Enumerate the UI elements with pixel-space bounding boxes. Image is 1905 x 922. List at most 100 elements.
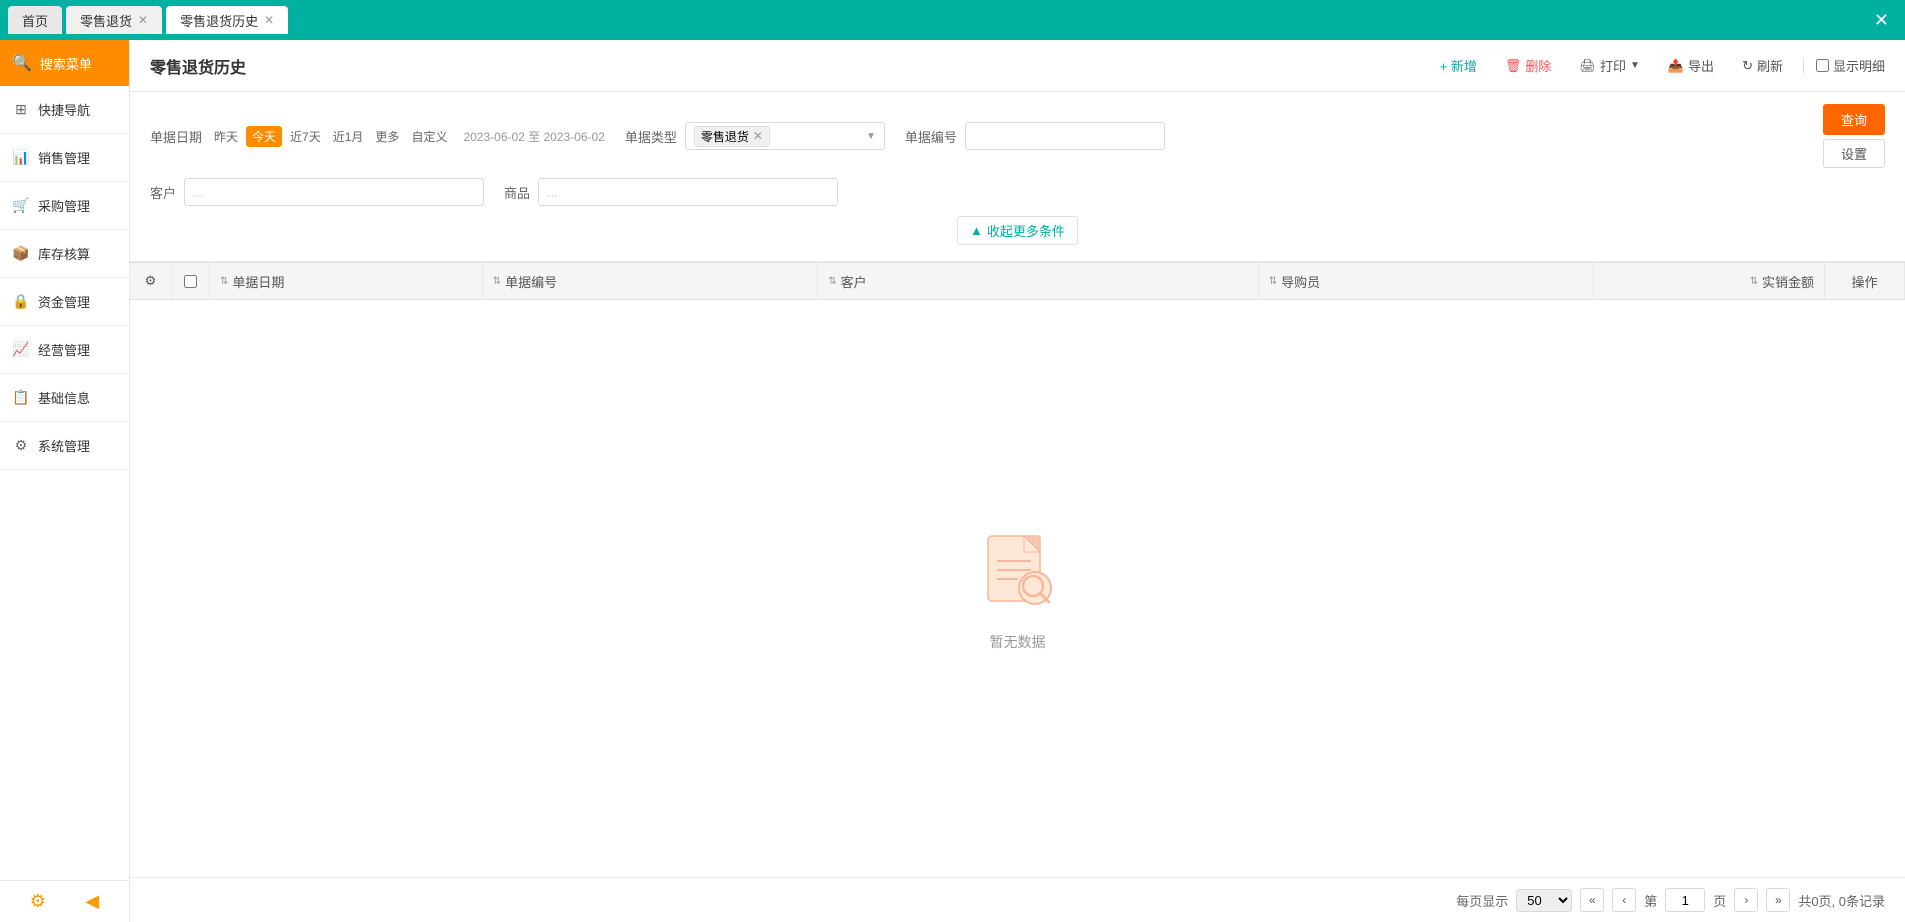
customer-input[interactable] xyxy=(184,178,484,206)
date-filter-label: 单据日期 xyxy=(150,127,202,146)
goods-input[interactable] xyxy=(538,178,838,206)
pagination: 每页显示 50 100 200 « ‹ 第 1 页 › » 共0页, 0条记录 xyxy=(130,877,1905,922)
sidebar-item-sales-label: 销售管理 xyxy=(38,148,90,167)
collapse-sidebar-icon[interactable]: ◀ xyxy=(85,891,99,912)
page-input[interactable]: 1 xyxy=(1665,888,1705,912)
goods-filter-item: 商品 xyxy=(504,178,838,206)
close-window-button[interactable]: ✕ xyxy=(1866,10,1897,31)
sidebar-item-sales[interactable]: 📊 销售管理 xyxy=(0,134,129,182)
sidebar-search[interactable]: 🔍 搜索菜单 xyxy=(0,40,129,86)
sort-customer-icon: ⇅ xyxy=(828,276,836,287)
th-guide[interactable]: ⇅ 导购员 xyxy=(1259,263,1595,299)
sidebar-item-system[interactable]: ⚙ 系统管理 xyxy=(0,422,129,470)
sidebar-item-purchase-label: 采购管理 xyxy=(38,196,90,215)
date-7days-btn[interactable]: 近7天 xyxy=(286,126,325,147)
print-button-label: 打印 xyxy=(1600,56,1626,75)
tab-retail-return-history-label: 零售退货历史 xyxy=(180,11,258,30)
empty-text: 暂无数据 xyxy=(990,632,1046,652)
show-detail-input[interactable] xyxy=(1816,59,1829,72)
th-amount[interactable]: ⇅ 实销金额 xyxy=(1594,263,1825,299)
filter-row-1: 单据日期 昨天 今天 近7天 近1月 更多 自定义 2023-06-02 至 2… xyxy=(150,104,1885,168)
sort-guide-icon: ⇅ xyxy=(1269,276,1277,287)
delete-button-label: 删除 xyxy=(1525,56,1551,75)
filter-area: 单据日期 昨天 今天 近7天 近1月 更多 自定义 2023-06-02 至 2… xyxy=(130,92,1905,262)
total-info: 共0页, 0条记录 xyxy=(1798,891,1885,910)
inventory-icon: 📦 xyxy=(12,245,30,263)
table-area: ⚙ ⇅ 单据日期 ⇅ 单据编号 ⇅ 客户 ⇅ xyxy=(130,262,1905,877)
date-more-btn[interactable]: 更多 xyxy=(371,126,403,147)
voucher-type-label: 单据类型 xyxy=(625,127,677,146)
show-detail-checkbox[interactable]: 显示明细 xyxy=(1816,56,1885,75)
select-all-checkbox[interactable] xyxy=(184,275,197,288)
tab-retail-return-close-icon[interactable]: ✕ xyxy=(138,13,148,27)
show-detail-label: 显示明细 xyxy=(1833,56,1885,75)
th-action: 操作 xyxy=(1825,263,1905,299)
tab-home[interactable]: 首页 xyxy=(8,6,62,34)
toolbar-divider xyxy=(1803,58,1804,74)
system-icon: ⚙ xyxy=(12,437,30,455)
date-filters: 昨天 今天 近7天 近1月 更多 自定义 xyxy=(210,126,451,147)
main-content: 零售退货历史 + 新增 🗑 删除 🖨 打印 ▼ 📤 导出 xyxy=(130,40,1905,922)
print-button[interactable]: 🖨 打印 ▼ xyxy=(1571,52,1647,79)
sort-date-icon: ⇅ xyxy=(220,276,228,287)
finance-icon: 🔒 xyxy=(12,293,30,311)
refresh-button[interactable]: ↻ 刷新 xyxy=(1734,52,1791,79)
settings-col-icon: ⚙ xyxy=(145,273,157,289)
per-page-label: 每页显示 xyxy=(1456,891,1508,910)
sidebar-item-system-label: 系统管理 xyxy=(38,436,90,455)
sidebar-item-purchase[interactable]: 🛒 采购管理 xyxy=(0,182,129,230)
th-customer[interactable]: ⇅ 客户 xyxy=(818,263,1258,299)
th-settings[interactable]: ⚙ xyxy=(130,263,172,299)
th-checkbox[interactable] xyxy=(172,263,210,299)
voucher-type-dropdown-icon: ▼ xyxy=(866,131,876,142)
export-button[interactable]: 📤 导出 xyxy=(1660,52,1722,79)
tab-retail-return-history-close-icon[interactable]: ✕ xyxy=(264,13,274,27)
sort-amount-icon: ⇅ xyxy=(1750,276,1758,287)
date-range-display: 2023-06-02 至 2023-06-02 xyxy=(463,128,604,145)
date-today-btn[interactable]: 今天 xyxy=(246,126,282,147)
sidebar-item-finance-label: 资金管理 xyxy=(38,292,90,311)
voucher-type-remove-icon[interactable]: ✕ xyxy=(753,129,763,143)
table-body: 暂无数据 xyxy=(130,300,1905,877)
th-guide-label: 导购员 xyxy=(1281,272,1320,291)
table-header: ⚙ ⇅ 单据日期 ⇅ 单据编号 ⇅ 客户 ⇅ xyxy=(130,262,1905,300)
new-button[interactable]: + 新增 xyxy=(1432,52,1485,79)
voucher-num-input[interactable] xyxy=(965,122,1165,150)
th-number[interactable]: ⇅ 单据编号 xyxy=(483,263,819,299)
page-header: 零售退货历史 + 新增 🗑 删除 🖨 打印 ▼ 📤 导出 xyxy=(130,40,1905,92)
collapse-up-icon: ▲ xyxy=(970,223,983,238)
voucher-num-filter-item: 单据编号 xyxy=(905,122,1165,150)
sidebar-item-finance[interactable]: 🔒 资金管理 xyxy=(0,278,129,326)
th-date[interactable]: ⇅ 单据日期 xyxy=(210,263,483,299)
date-filter-item: 单据日期 昨天 今天 近7天 近1月 更多 自定义 2023-06-02 至 2… xyxy=(150,126,605,147)
print-dropdown-icon: ▼ xyxy=(1630,60,1640,71)
next-page-button[interactable]: › xyxy=(1734,888,1758,912)
date-yesterday-btn[interactable]: 昨天 xyxy=(210,126,242,147)
first-page-button[interactable]: « xyxy=(1580,888,1604,912)
voucher-type-select[interactable]: 零售退货 ✕ ▼ xyxy=(685,122,885,150)
sidebar-item-operations[interactable]: 📈 经营管理 xyxy=(0,326,129,374)
sidebar-item-quick-nav[interactable]: ⊞ 快捷导航 xyxy=(0,86,129,134)
page-title: 零售退货历史 xyxy=(150,54,246,78)
settings-bottom-icon[interactable]: ⚙ xyxy=(30,891,46,912)
page-unit: 页 xyxy=(1713,891,1726,910)
delete-icon: 🗑 xyxy=(1505,58,1522,74)
sidebar-item-inventory[interactable]: 📦 库存核算 xyxy=(0,230,129,278)
settings-button[interactable]: 设置 xyxy=(1823,139,1885,168)
th-number-label: 单据编号 xyxy=(505,272,557,291)
per-page-select[interactable]: 50 100 200 xyxy=(1516,889,1572,912)
prev-page-button[interactable]: ‹ xyxy=(1612,888,1636,912)
voucher-num-label: 单据编号 xyxy=(905,127,957,146)
query-button[interactable]: 查询 xyxy=(1823,104,1885,135)
last-page-button[interactable]: » xyxy=(1766,888,1790,912)
voucher-type-tag: 零售退货 ✕ xyxy=(694,126,770,147)
collapse-filter-button[interactable]: ▲ 收起更多条件 xyxy=(957,216,1078,245)
delete-button[interactable]: 🗑 删除 xyxy=(1497,52,1560,79)
sidebar-item-basic-info[interactable]: 📋 基础信息 xyxy=(0,374,129,422)
tab-retail-return[interactable]: 零售退货 ✕ xyxy=(66,6,162,34)
sidebar: 🔍 搜索菜单 ⊞ 快捷导航 📊 销售管理 🛒 采购管理 📦 库存核算 🔒 资金管… xyxy=(0,40,130,922)
date-1month-btn[interactable]: 近1月 xyxy=(329,126,368,147)
date-custom-btn[interactable]: 自定义 xyxy=(407,126,451,147)
sidebar-item-operations-label: 经营管理 xyxy=(38,340,90,359)
tab-retail-return-history[interactable]: 零售退货历史 ✕ xyxy=(166,6,288,34)
